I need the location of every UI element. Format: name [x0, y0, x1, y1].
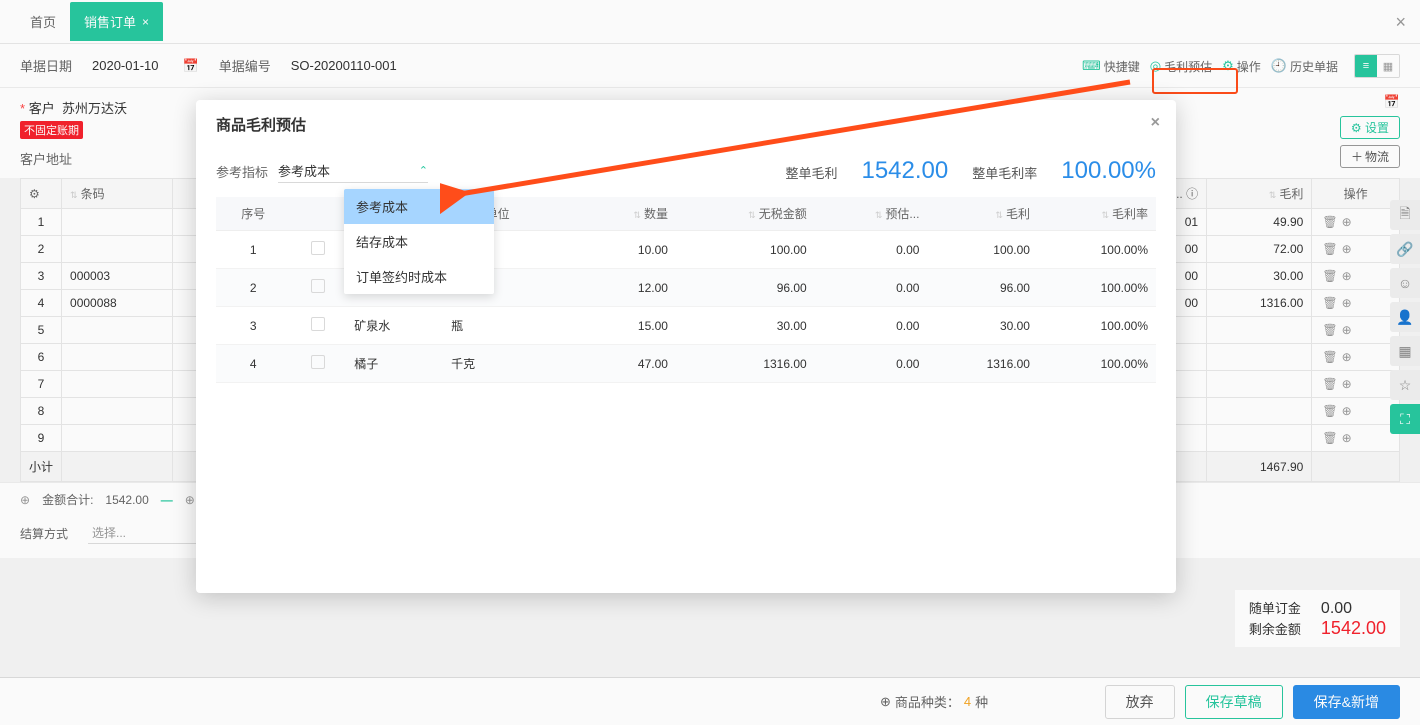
modal-title: 商品毛利预估	[216, 117, 306, 134]
mcol-check[interactable]	[290, 197, 346, 231]
profit-row[interactable]: 4橘子千克47.001316.000.001316.00100.00%	[216, 345, 1156, 383]
ref-dropdown: 参考成本 结存成本 订单签约时成本	[344, 189, 494, 294]
rate-value: 100.00%	[1061, 157, 1156, 185]
ref-value: 参考成本	[278, 161, 330, 180]
mcell-est: 0.00	[815, 345, 928, 383]
ref-select[interactable]: 参考成本 ⌃ 参考成本 结存成本 订单签约时成本	[278, 159, 428, 183]
mcell-seq: 2	[216, 269, 290, 307]
mcell-seq: 1	[216, 231, 290, 269]
dd-option-signcost[interactable]: 订单签约时成本	[344, 259, 494, 294]
mcell-profit: 1316.00	[927, 345, 1038, 383]
mcell-unit: 千克	[443, 345, 582, 383]
mcell-est: 0.00	[815, 307, 928, 345]
mcol-est[interactable]: ⇅预估...	[815, 197, 928, 231]
rate-label: 整单毛利率	[972, 163, 1037, 182]
mcell-name: 矿泉水	[346, 307, 443, 345]
dd-option-refcost[interactable]: 参考成本	[344, 189, 494, 224]
mcol-qty[interactable]: ⇅数量	[582, 197, 676, 231]
mcell-amount: 96.00	[676, 269, 815, 307]
mcell-amount: 30.00	[676, 307, 815, 345]
mcell-check[interactable]	[290, 231, 346, 269]
total-profit-label: 整单毛利	[785, 163, 837, 182]
total-profit-value: 1542.00	[861, 157, 948, 185]
mcell-qty: 47.00	[582, 345, 676, 383]
mcell-rate: 100.00%	[1038, 345, 1156, 383]
profit-row[interactable]: 3矿泉水瓶15.0030.000.0030.00100.00%	[216, 307, 1156, 345]
mcell-rate: 100.00%	[1038, 307, 1156, 345]
mcell-check[interactable]	[290, 307, 346, 345]
mcell-est: 0.00	[815, 231, 928, 269]
mcell-profit: 100.00	[927, 231, 1038, 269]
mcell-seq: 4	[216, 345, 290, 383]
mcol-profit[interactable]: ⇅毛利	[927, 197, 1038, 231]
mcell-rate: 100.00%	[1038, 269, 1156, 307]
mcell-rate: 100.00%	[1038, 231, 1156, 269]
mcell-seq: 3	[216, 307, 290, 345]
mcol-rate[interactable]: ⇅毛利率	[1038, 197, 1156, 231]
mcol-seq: 序号	[216, 197, 290, 231]
mcell-name: 橘子	[346, 345, 443, 383]
mcell-amount: 1316.00	[676, 345, 815, 383]
mcell-check[interactable]	[290, 269, 346, 307]
dd-option-balcost[interactable]: 结存成本	[344, 224, 494, 259]
mcell-profit: 96.00	[927, 269, 1038, 307]
modal-close-icon[interactable]: ×	[1151, 114, 1160, 132]
mcell-qty: 10.00	[582, 231, 676, 269]
mcell-profit: 30.00	[927, 307, 1038, 345]
mcell-unit: 瓶	[443, 307, 582, 345]
mcell-amount: 100.00	[676, 231, 815, 269]
mcell-check[interactable]	[290, 345, 346, 383]
chevron-up-icon: ⌃	[419, 164, 428, 177]
mcell-qty: 15.00	[582, 307, 676, 345]
ref-label: 参考指标	[216, 162, 268, 181]
mcell-qty: 12.00	[582, 269, 676, 307]
profit-modal: 商品毛利预估 × 参考指标 参考成本 ⌃ 参考成本 结存成本 订单签约时成本 整…	[196, 100, 1176, 593]
mcol-amount[interactable]: ⇅无税金额	[676, 197, 815, 231]
modal-kpi: 整单毛利 1542.00 整单毛利率 100.00%	[785, 157, 1156, 185]
mcell-est: 0.00	[815, 269, 928, 307]
